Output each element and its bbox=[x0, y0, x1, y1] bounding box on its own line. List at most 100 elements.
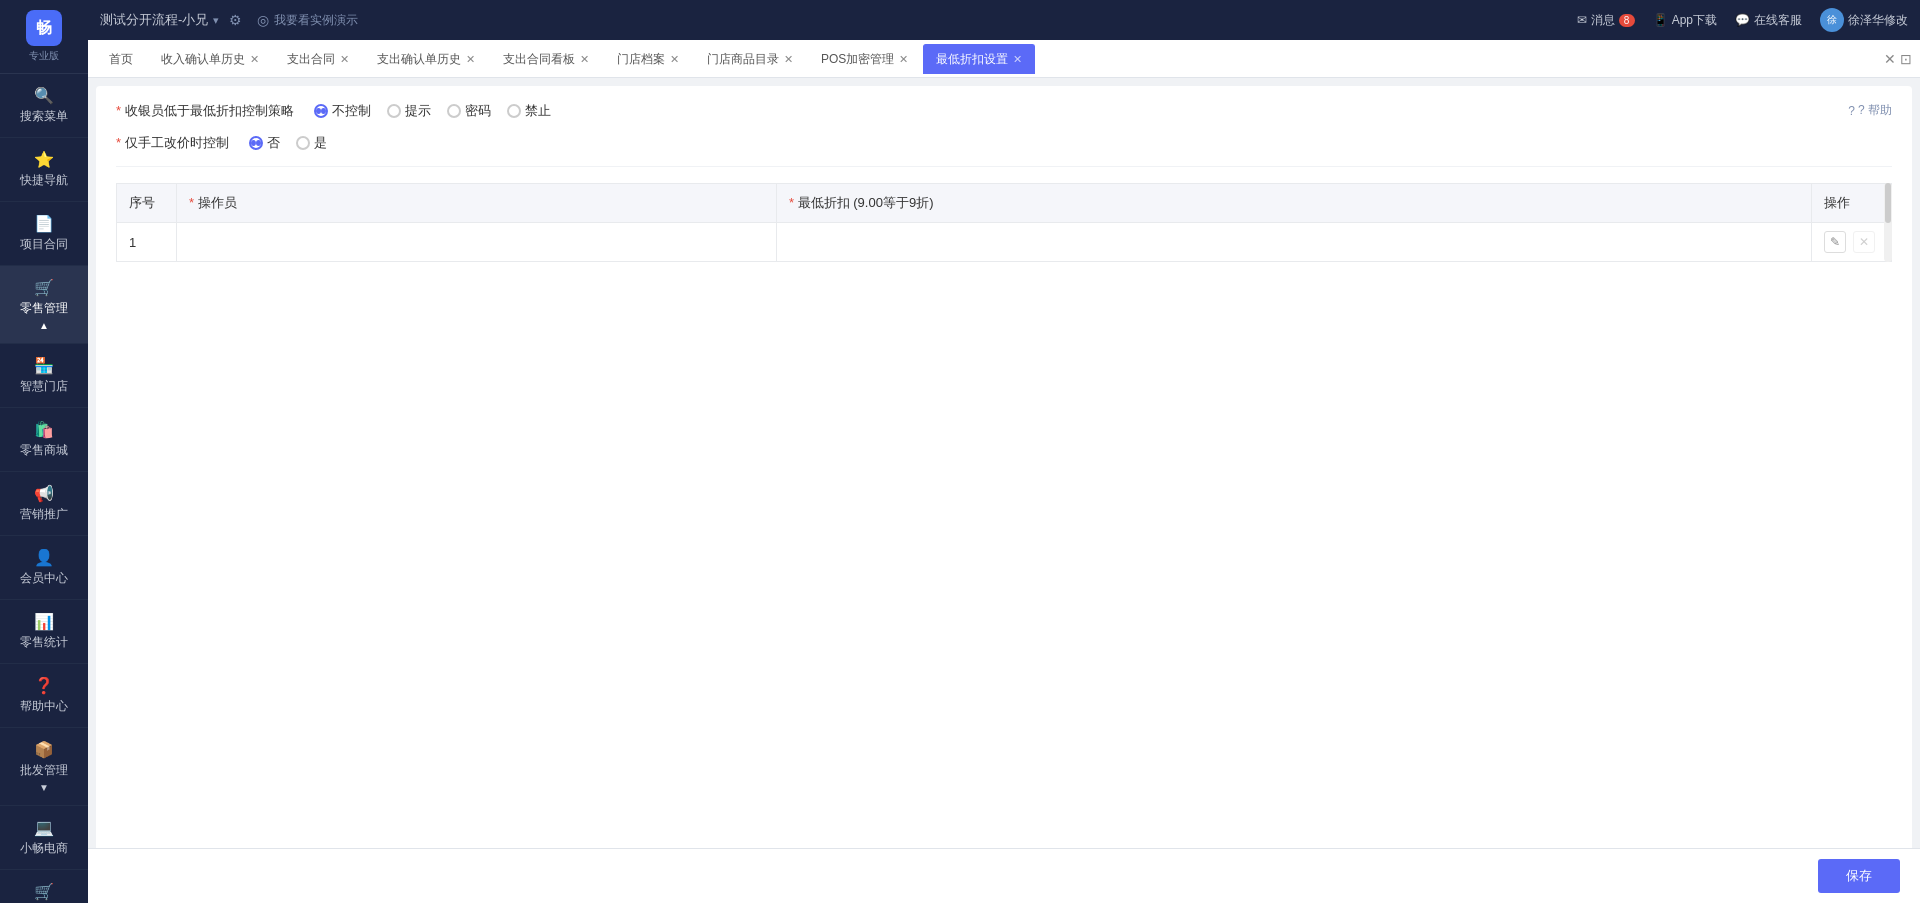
tab-expenditure-contract[interactable]: 支出合同 ✕ bbox=[274, 44, 362, 74]
topbar-right: ✉ 消息 8 📱 App下载 💬 在线客服 徐 徐泽华修改 bbox=[1577, 8, 1908, 32]
tab-label: 最低折扣设置 bbox=[936, 51, 1008, 68]
purchase-icon: 🛒 bbox=[34, 882, 54, 901]
form-section: 收银员低于最低折扣控制策略 不控制 提示 密码 bbox=[116, 102, 1892, 167]
settings-icon[interactable]: ⚙ bbox=[229, 12, 242, 28]
sidebar-item-label: 营销推广 bbox=[20, 506, 68, 523]
policy-option-no-control[interactable]: 不控制 bbox=[314, 102, 371, 120]
tab-expenditure-history[interactable]: 支出确认单历史 ✕ bbox=[364, 44, 488, 74]
close-icon[interactable]: ✕ bbox=[250, 53, 259, 66]
app-download-button[interactable]: 📱 App下载 bbox=[1653, 12, 1717, 29]
radio-circle bbox=[296, 136, 310, 150]
close-icon[interactable]: ✕ bbox=[580, 53, 589, 66]
radio-label: 否 bbox=[267, 134, 280, 152]
tab-label: 支出合同看板 bbox=[503, 51, 575, 68]
page-footer: 保存 bbox=[88, 848, 1920, 903]
sidebar-item-nav[interactable]: ⭐ 快捷导航 bbox=[0, 138, 88, 202]
user-menu[interactable]: 徐 徐泽华修改 bbox=[1820, 8, 1908, 32]
delete-button[interactable]: ✕ bbox=[1853, 231, 1875, 253]
expand-icon[interactable]: ⊡ bbox=[1900, 51, 1912, 67]
tab-label: 首页 bbox=[109, 51, 133, 68]
main-area: 测试分开流程-小兄 ▾ ⚙ ◎ 我要看实例演示 ✉ 消息 8 📱 App下载 💬… bbox=[88, 0, 1920, 903]
policy-row: 收银员低于最低折扣控制策略 不控制 提示 密码 bbox=[116, 102, 1892, 120]
col-min-discount: 最低折扣 (9.00等于9折) bbox=[777, 184, 1812, 223]
radio-circle bbox=[447, 104, 461, 118]
close-icon[interactable]: ✕ bbox=[784, 53, 793, 66]
help-icon: ❓ bbox=[34, 676, 54, 695]
page-content: ? ? 帮助 收银员低于最低折扣控制策略 不控制 提示 bbox=[88, 78, 1920, 903]
sidebar-item-mall[interactable]: 🛍️ 零售商城 bbox=[0, 408, 88, 472]
sidebar-item-member[interactable]: 👤 会员中心 bbox=[0, 536, 88, 600]
tab-pos-management[interactable]: POS加密管理 ✕ bbox=[808, 44, 921, 74]
sidebar-item-purchase[interactable]: 🛒 采购管理 bbox=[0, 870, 88, 903]
radio-label: 提示 bbox=[405, 102, 431, 120]
policy-option-forbid[interactable]: 禁止 bbox=[507, 102, 551, 120]
help-link[interactable]: ? ? 帮助 bbox=[1848, 102, 1892, 119]
cell-actions: ✎ ✕ bbox=[1812, 223, 1892, 262]
table-header-row: 序号 操作员 最低折扣 (9.00等于9折) 操作 bbox=[117, 184, 1892, 223]
close-icon[interactable]: ✕ bbox=[340, 53, 349, 66]
project-selector[interactable]: 测试分开流程-小兄 ▾ bbox=[100, 11, 219, 29]
tab-income-history[interactable]: 收入确认单历史 ✕ bbox=[148, 44, 272, 74]
sidebar-item-contract[interactable]: 📄 项目合同 bbox=[0, 202, 88, 266]
avatar: 徐 bbox=[1820, 8, 1844, 32]
edit-button[interactable]: ✎ bbox=[1824, 231, 1846, 253]
chevron-down-icon: ▾ bbox=[213, 14, 219, 27]
tab-store-file[interactable]: 门店档案 ✕ bbox=[604, 44, 692, 74]
sidebar-item-stats[interactable]: 📊 零售统计 bbox=[0, 600, 88, 664]
logo-icon: 畅 bbox=[26, 10, 62, 46]
policy-option-password[interactable]: 密码 bbox=[447, 102, 491, 120]
sidebar-item-wholesale[interactable]: 📦 批发管理 ▼ bbox=[0, 728, 88, 806]
sidebar-item-retail[interactable]: 🛒 零售管理 ▲ bbox=[0, 266, 88, 344]
policy-option-hint[interactable]: 提示 bbox=[387, 102, 431, 120]
member-icon: 👤 bbox=[34, 548, 54, 567]
table-scrollbar[interactable] bbox=[1884, 183, 1892, 262]
radio-label: 不控制 bbox=[332, 102, 371, 120]
messages-button[interactable]: ✉ 消息 8 bbox=[1577, 12, 1635, 29]
sidebar-item-label: 智慧门店 bbox=[20, 378, 68, 395]
close-icon[interactable]: ✕ bbox=[466, 53, 475, 66]
nav-icon: ⭐ bbox=[34, 150, 54, 169]
radio-circle bbox=[387, 104, 401, 118]
user-name: 徐泽华修改 bbox=[1848, 12, 1908, 29]
close-icon[interactable]: ✕ bbox=[1013, 53, 1022, 66]
tab-contract-board[interactable]: 支出合同看板 ✕ bbox=[490, 44, 602, 74]
sidebar-item-label: 快捷导航 bbox=[20, 172, 68, 189]
messages-badge: 8 bbox=[1619, 14, 1635, 27]
tab-store-products[interactable]: 门店商品目录 ✕ bbox=[694, 44, 806, 74]
sidebar-item-label: 零售管理 bbox=[20, 300, 68, 317]
mall-icon: 🛍️ bbox=[34, 420, 54, 439]
save-button[interactable]: 保存 bbox=[1818, 859, 1900, 893]
manual-option-no[interactable]: 否 bbox=[249, 134, 280, 152]
policy-label: 收银员低于最低折扣控制策略 bbox=[116, 102, 294, 120]
sidebar-item-help[interactable]: ❓ 帮助中心 bbox=[0, 664, 88, 728]
close-icon[interactable]: ✕ bbox=[670, 53, 679, 66]
manual-radio-group: 否 是 bbox=[249, 134, 327, 152]
tab-label: 支出确认单历史 bbox=[377, 51, 461, 68]
message-icon: ✉ bbox=[1577, 13, 1587, 27]
project-name: 测试分开流程-小兄 bbox=[100, 11, 208, 29]
sidebar-item-ecommerce[interactable]: 💻 小畅电商 bbox=[0, 806, 88, 870]
tab-label: 收入确认单历史 bbox=[161, 51, 245, 68]
demo-link[interactable]: ◎ 我要看实例演示 bbox=[257, 12, 358, 29]
table-container: 序号 操作员 最低折扣 (9.00等于9折) 操作 1 ✎ bbox=[116, 183, 1892, 262]
tab-min-discount[interactable]: 最低折扣设置 ✕ bbox=[923, 44, 1035, 74]
scrollbar-thumb bbox=[1885, 183, 1891, 223]
table-row: 1 ✎ ✕ bbox=[117, 223, 1892, 262]
online-service-button[interactable]: 💬 在线客服 bbox=[1735, 12, 1802, 29]
col-actions: 操作 bbox=[1812, 184, 1892, 223]
cell-operator bbox=[177, 223, 777, 262]
sidebar-item-search[interactable]: 🔍 搜索菜单 bbox=[0, 74, 88, 138]
sidebar-item-label: 小畅电商 bbox=[20, 840, 68, 857]
tab-label: 门店商品目录 bbox=[707, 51, 779, 68]
help-label: ? 帮助 bbox=[1858, 102, 1892, 119]
sidebar-item-smartstore[interactable]: 🏪 智慧门店 bbox=[0, 344, 88, 408]
sidebar-item-marketing[interactable]: 📢 营销推广 bbox=[0, 472, 88, 536]
marketing-icon: 📢 bbox=[34, 484, 54, 503]
manual-option-yes[interactable]: 是 bbox=[296, 134, 327, 152]
close-icon[interactable]: ✕ bbox=[899, 53, 908, 66]
tab-home[interactable]: 首页 bbox=[96, 44, 146, 74]
radio-circle bbox=[507, 104, 521, 118]
help-icon: ? bbox=[1848, 104, 1855, 118]
sidebar-item-label: 会员中心 bbox=[20, 570, 68, 587]
close-all-icon[interactable]: ✕ bbox=[1884, 51, 1896, 67]
